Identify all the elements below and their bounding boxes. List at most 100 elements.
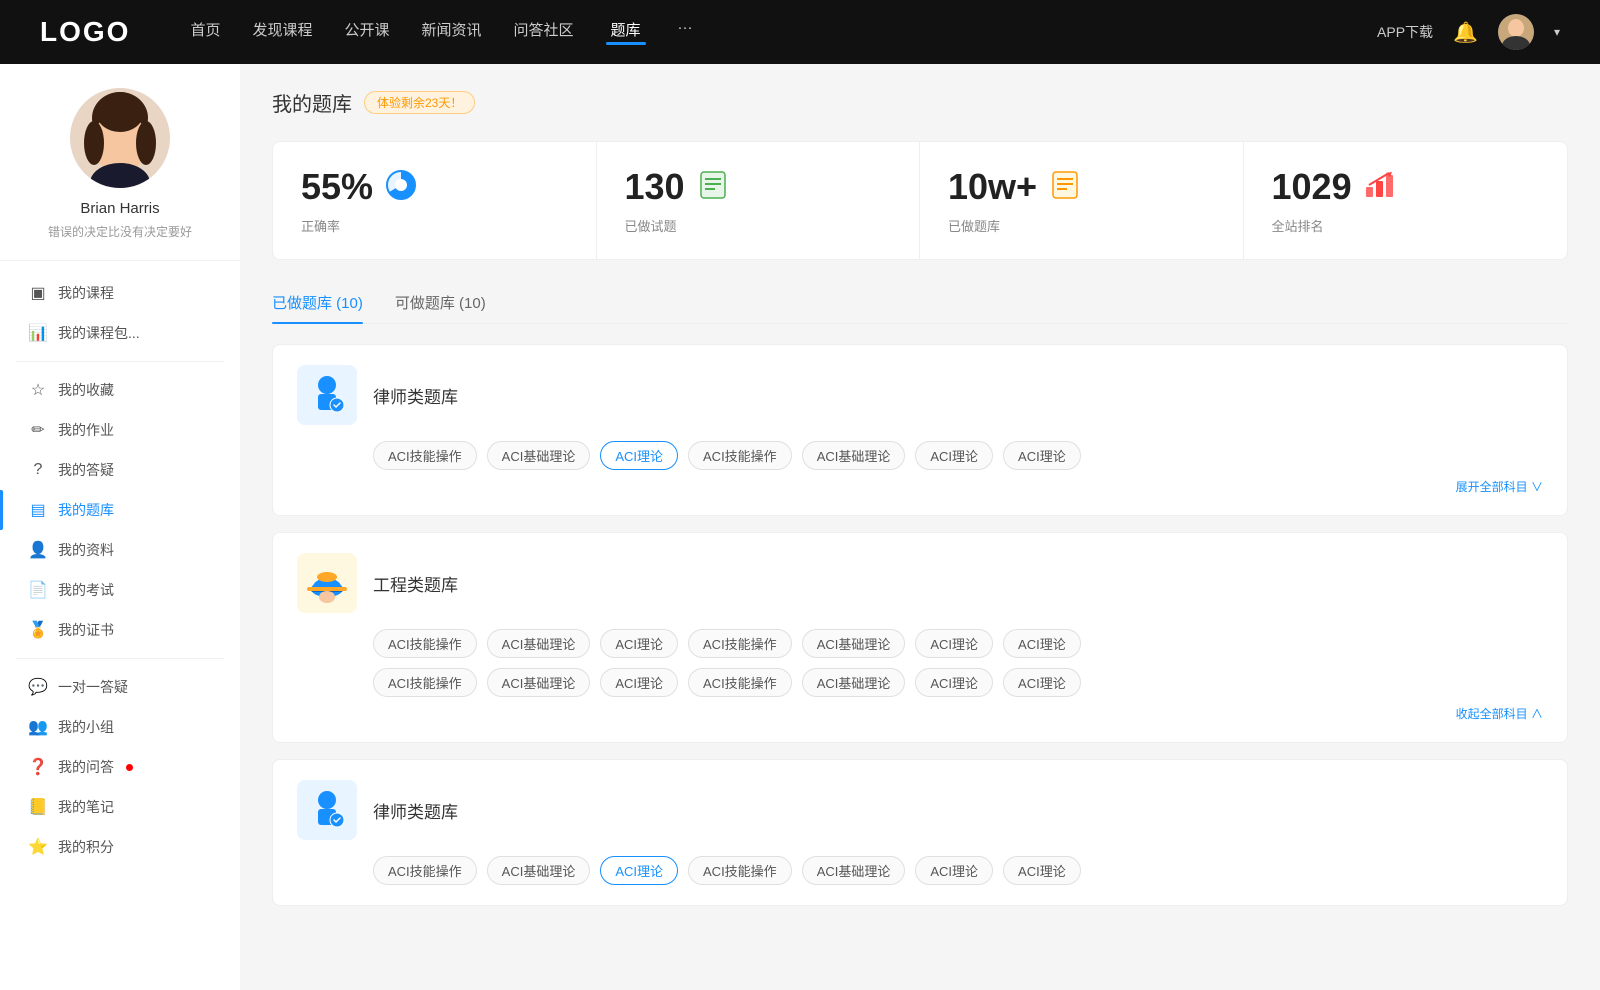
notification-bell-icon[interactable]: 🔔 [1453, 20, 1478, 45]
done-banks-icon [1049, 169, 1081, 206]
qbank-card-lawyer-1: 律师类题库 ACI技能操作 ACI基础理论 ACI理论 ACI技能操作 ACI基… [272, 344, 1568, 516]
tag-2-11[interactable]: ACI技能操作 [688, 668, 792, 697]
done-banks-label: 已做题库 [948, 216, 1215, 235]
rank-value: 1029 [1272, 166, 1352, 208]
nav-link-home[interactable]: 首页 [190, 19, 220, 45]
tag-3-1[interactable]: ACI技能操作 [373, 856, 477, 885]
tag-2-6[interactable]: ACI理论 [915, 629, 993, 658]
tag-3-7[interactable]: ACI理论 [1003, 856, 1081, 885]
profile-icon: 👤 [28, 540, 48, 560]
nav-link-qbank[interactable]: 题库 [611, 19, 641, 40]
tag-1-3[interactable]: ACI理论 [600, 441, 678, 470]
stat-done-questions: 130 已做试题 [597, 142, 921, 259]
stat-rank: 1029 全站排名 [1244, 142, 1568, 259]
points-icon: ⭐ [28, 837, 48, 857]
tag-2-12[interactable]: ACI基础理论 [802, 668, 906, 697]
certificate-icon: 🏅 [28, 620, 48, 640]
tag-2-13[interactable]: ACI理论 [915, 668, 993, 697]
tag-1-6[interactable]: ACI理论 [915, 441, 993, 470]
qbank-tags-3: ACI技能操作 ACI基础理论 ACI理论 ACI技能操作 ACI基础理论 AC… [373, 856, 1543, 885]
favorites-icon: ☆ [28, 380, 48, 400]
done-questions-icon [697, 169, 729, 206]
sidebar-item-notes[interactable]: 📒 我的笔记 [0, 787, 240, 827]
nav-right: APP下载 🔔 ▾ [1377, 14, 1560, 50]
navbar: LOGO 首页 发现课程 公开课 新闻资讯 问答社区 题库 ··· APP下载 … [0, 0, 1600, 64]
app-download-btn[interactable]: APP下载 [1377, 22, 1433, 42]
sidebar-item-qbank[interactable]: ▤ 我的题库 [0, 490, 240, 530]
sidebar-item-favorites[interactable]: ☆ 我的收藏 [0, 370, 240, 410]
tag-3-4[interactable]: ACI技能操作 [688, 856, 792, 885]
done-questions-label: 已做试题 [625, 216, 892, 235]
qbank-lawyer-icon-2 [297, 780, 357, 840]
qbank-card-lawyer-2: 律师类题库 ACI技能操作 ACI基础理论 ACI理论 ACI技能操作 ACI基… [272, 759, 1568, 906]
1on1-icon: 💬 [28, 677, 48, 697]
accuracy-icon [385, 169, 417, 206]
tag-2-8[interactable]: ACI技能操作 [373, 668, 477, 697]
tag-1-2[interactable]: ACI基础理论 [487, 441, 591, 470]
qbank-header-2: 工程类题库 [297, 553, 1543, 613]
stats-row: 55% 正确率 130 [272, 141, 1568, 260]
sidebar-item-1on1[interactable]: 💬 一对一答疑 [0, 667, 240, 707]
sidebar-item-question[interactable]: ? 我的答疑 [0, 450, 240, 490]
answer-badge-dot [126, 764, 133, 771]
nav-link-qa[interactable]: 问答社区 [514, 19, 574, 45]
done-questions-value: 130 [625, 166, 685, 208]
expand-link-1[interactable]: 展开全部科目 ∨ [297, 478, 1543, 495]
tag-1-7[interactable]: ACI理论 [1003, 441, 1081, 470]
collapse-link[interactable]: 收起全部科目 ∧ [297, 705, 1543, 722]
avatar[interactable] [1498, 14, 1534, 50]
tab-done[interactable]: 已做题库 (10) [272, 284, 363, 323]
qbank-tags-2-row1: ACI技能操作 ACI基础理论 ACI理论 ACI技能操作 ACI基础理论 AC… [373, 629, 1543, 658]
tag-2-14[interactable]: ACI理论 [1003, 668, 1081, 697]
sidebar-item-exam[interactable]: 📄 我的考试 [0, 570, 240, 610]
qbank-name-3: 律师类题库 [373, 798, 458, 823]
tag-3-5[interactable]: ACI基础理论 [802, 856, 906, 885]
sidebar-item-points[interactable]: ⭐ 我的积分 [0, 827, 240, 867]
tag-2-4[interactable]: ACI技能操作 [688, 629, 792, 658]
sidebar-item-certificate[interactable]: 🏅 我的证书 [0, 610, 240, 650]
tag-1-5[interactable]: ACI基础理论 [802, 441, 906, 470]
tag-2-2[interactable]: ACI基础理论 [487, 629, 591, 658]
sidebar-item-myanswer[interactable]: ❓ 我的问答 [0, 747, 240, 787]
qbank-tags-1: ACI技能操作 ACI基础理论 ACI理论 ACI技能操作 ACI基础理论 AC… [373, 441, 1543, 470]
nav-link-more[interactable]: ··· [678, 19, 693, 45]
profile-motto: 错误的决定比没有决定要好 [48, 223, 192, 240]
divider-2 [16, 658, 224, 659]
sidebar-item-mycourse[interactable]: ▣ 我的课程 [0, 273, 240, 313]
avatar-dropdown-icon[interactable]: ▾ [1554, 25, 1560, 39]
tag-2-5[interactable]: ACI基础理论 [802, 629, 906, 658]
divider-1 [16, 361, 224, 362]
accuracy-value: 55% [301, 166, 373, 208]
group-icon: 👥 [28, 717, 48, 737]
trial-badge: 体验剩余23天！ [364, 91, 475, 114]
stat-done-banks: 10w+ 已做题库 [920, 142, 1244, 259]
qbank-name-2: 工程类题库 [373, 571, 458, 596]
qbank-icon: ▤ [28, 500, 48, 520]
tag-3-6[interactable]: ACI理论 [915, 856, 993, 885]
nav-link-discover[interactable]: 发现课程 [252, 19, 312, 45]
tag-1-1[interactable]: ACI技能操作 [373, 441, 477, 470]
tag-3-3[interactable]: ACI理论 [600, 856, 678, 885]
qbank-header-3: 律师类题库 [297, 780, 1543, 840]
sidebar-item-coursepack[interactable]: 📊 我的课程包... [0, 313, 240, 353]
profile-avatar [70, 88, 170, 188]
tag-1-4[interactable]: ACI技能操作 [688, 441, 792, 470]
qbank-header-1: 律师类题库 [297, 365, 1543, 425]
tag-3-2[interactable]: ACI基础理论 [487, 856, 591, 885]
sidebar-item-group[interactable]: 👥 我的小组 [0, 707, 240, 747]
profile-section: Brian Harris 错误的决定比没有决定要好 [0, 88, 240, 261]
tag-2-9[interactable]: ACI基础理论 [487, 668, 591, 697]
tab-available[interactable]: 可做题库 (10) [395, 284, 486, 323]
tag-2-1[interactable]: ACI技能操作 [373, 629, 477, 658]
question-icon: ? [28, 461, 48, 479]
tag-2-3[interactable]: ACI理论 [600, 629, 678, 658]
nav-link-news[interactable]: 新闻资讯 [422, 19, 482, 45]
myanswer-icon: ❓ [28, 757, 48, 777]
sidebar-item-homework[interactable]: ✏ 我的作业 [0, 410, 240, 450]
rank-icon [1364, 169, 1396, 206]
sidebar-item-profile[interactable]: 👤 我的资料 [0, 530, 240, 570]
nav-link-opencourse[interactable]: 公开课 [344, 19, 389, 45]
tag-2-10[interactable]: ACI理论 [600, 668, 678, 697]
main-content: 我的题库 体验剩余23天！ 55% [240, 64, 1600, 990]
tag-2-7[interactable]: ACI理论 [1003, 629, 1081, 658]
